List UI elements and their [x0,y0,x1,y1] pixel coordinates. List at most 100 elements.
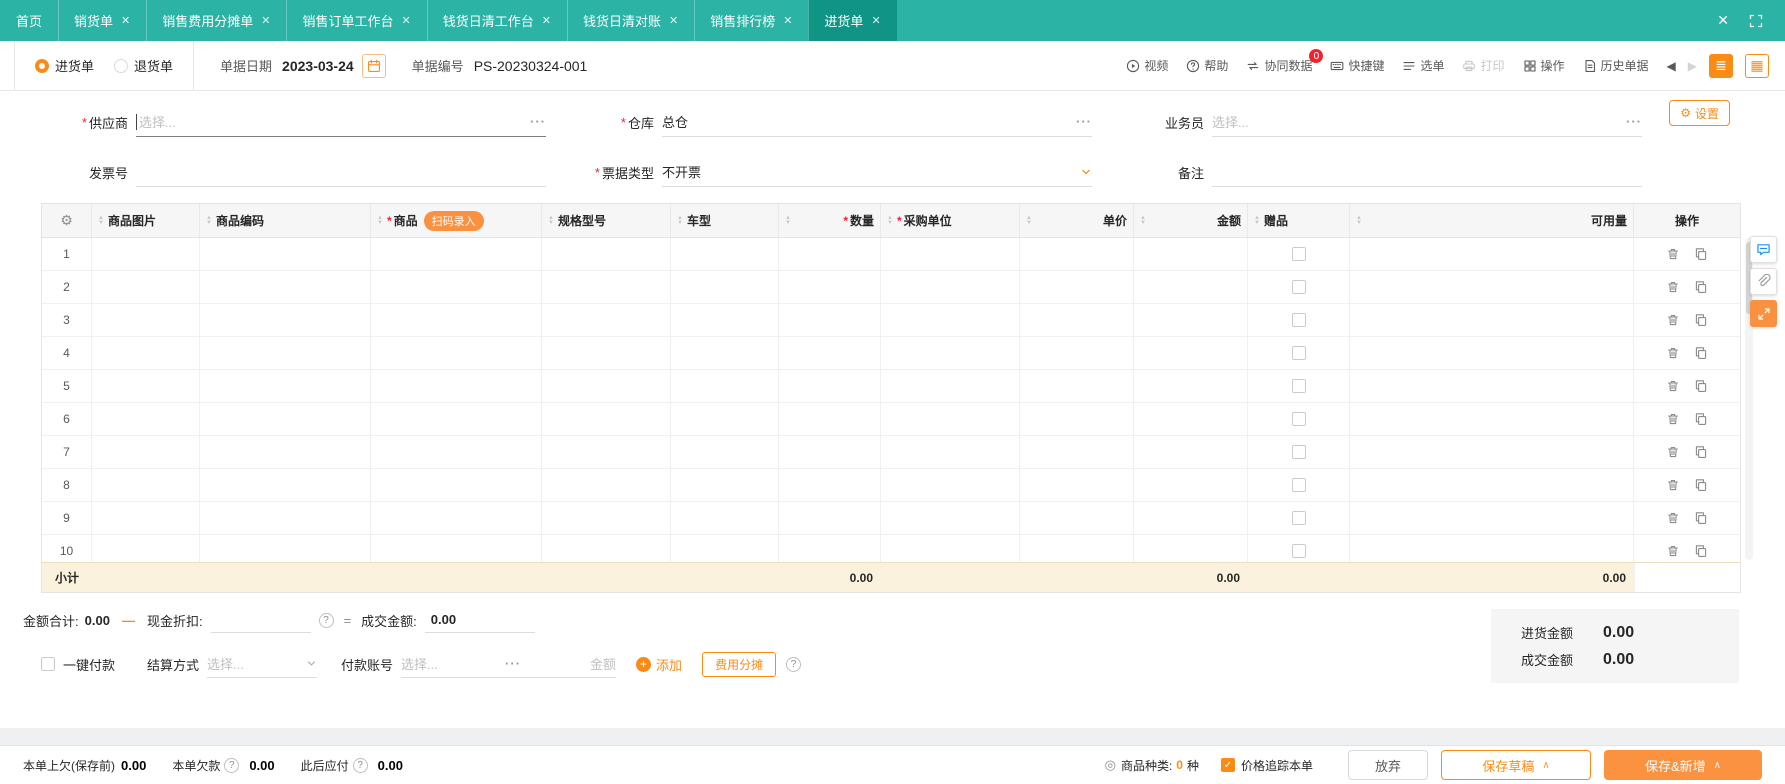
table-cell[interactable] [1350,469,1634,501]
table-cell[interactable] [881,436,1020,468]
copy-row-icon[interactable] [1694,313,1708,327]
table-cell[interactable] [1248,469,1350,501]
copy-row-icon[interactable] [1694,544,1708,558]
account-picker-icon[interactable]: ··· [505,656,521,671]
sort-icon[interactable]: ▲ ▼ [887,215,893,225]
table-cell[interactable] [542,271,671,303]
gift-checkbox[interactable] [1291,346,1306,360]
close-window-icon[interactable]: ✕ [1717,12,1729,29]
gift-checkbox[interactable] [1291,247,1306,261]
table-cell[interactable] [1350,502,1634,534]
table-cell[interactable] [881,502,1020,534]
toolbar-action-question[interactable]: 帮助 [1186,57,1228,74]
table-cell[interactable] [200,502,371,534]
discount-help-icon[interactable]: ? [318,612,334,628]
table-cell[interactable] [1350,535,1634,562]
grid-view-toggle[interactable]: ▦ [1745,53,1769,78]
doc-type-radio[interactable]: 退货单 [114,56,173,75]
settings-button[interactable]: ⚙ 设置 [1669,100,1730,126]
salesman-field[interactable]: 选择... ··· [1212,107,1642,137]
table-cell[interactable] [200,271,371,303]
table-cell[interactable] [779,502,881,534]
tab-close-icon[interactable]: ✕ [261,14,270,27]
table-cell[interactable] [1350,403,1634,435]
table-cell[interactable] [1248,535,1350,562]
table-cell[interactable] [92,403,200,435]
column-header[interactable]: ▲ ▼ 商品图片 [92,204,200,237]
table-cell[interactable] [1248,304,1350,336]
table-cell[interactable] [671,370,779,402]
toolbar-action-sync[interactable]: 协同数据 0 [1246,49,1324,74]
column-header[interactable]: ▲ ▼ 商品编码 [200,204,371,237]
gift-checkbox[interactable] [1291,412,1306,426]
column-header[interactable]: ▲ ▼ 单价 [1020,204,1134,237]
price-track-checkbox[interactable]: ✓ [1220,758,1235,772]
table-cell[interactable] [779,337,881,369]
table-cell[interactable] [1634,271,1740,303]
save-new-button[interactable]: 保存&新增 ∧ [1604,750,1762,780]
tab-close-icon[interactable]: ✕ [121,14,130,27]
table-cell[interactable] [92,337,200,369]
table-cell[interactable] [1020,370,1134,402]
sort-icon[interactable]: ▲ ▼ [677,215,683,225]
column-header[interactable]: ▲ ▼ 赠品 [1248,204,1350,237]
table-cell[interactable] [1134,403,1248,435]
price-track-option[interactable]: ✓ 价格追踪本单 [1220,757,1313,774]
table-cell[interactable] [1634,337,1740,369]
table-cell[interactable] [1020,469,1134,501]
pay-amount-input[interactable]: 金额 [521,650,617,678]
gift-checkbox[interactable] [1291,511,1306,525]
table-cell[interactable] [371,238,542,270]
table-cell[interactable] [1634,403,1740,435]
table-cell[interactable] [1350,271,1634,303]
table-cell[interactable] [92,238,200,270]
table-cell[interactable] [542,469,671,501]
bill-type-select[interactable]: 不开票 [662,157,1092,187]
delete-row-icon[interactable] [1666,511,1680,525]
table-cell[interactable] [542,238,671,270]
toolbar-action-printer[interactable]: 打印 [1462,57,1505,74]
delete-row-icon[interactable] [1666,412,1680,426]
tab-close-icon[interactable]: ✕ [542,14,551,27]
salesman-picker-icon[interactable]: ··· [1626,114,1642,129]
add-payment-button[interactable]: + 添加 [636,655,682,674]
warehouse-field[interactable]: 总仓 ··· [662,107,1092,137]
table-cell[interactable] [371,403,542,435]
nav-left-icon[interactable]: ◀ [1667,59,1676,73]
tab-item[interactable]: 销货单 ✕ [58,0,146,41]
table-cell[interactable] [1248,403,1350,435]
table-cell[interactable] [779,403,881,435]
calendar-icon[interactable] [361,53,386,78]
table-cell[interactable] [1134,271,1248,303]
table-cell[interactable] [1634,502,1740,534]
table-cell[interactable] [200,535,371,562]
tab-close-icon[interactable]: ✕ [402,14,411,27]
table-cell[interactable] [881,535,1020,562]
table-cell[interactable] [881,403,1020,435]
table-cell[interactable] [1634,238,1740,270]
table-cell[interactable] [542,403,671,435]
delete-row-icon[interactable] [1666,544,1680,558]
settle-method-select[interactable]: 选择... [207,650,318,678]
sort-icon[interactable]: ▲ ▼ [548,215,554,225]
delete-row-icon[interactable] [1666,313,1680,327]
sort-icon[interactable]: ▲ ▼ [1356,215,1362,225]
table-cell[interactable] [92,370,200,402]
scan-entry-button[interactable]: 扫码录入 [423,210,484,231]
table-cell[interactable] [1020,535,1134,562]
share-help-icon[interactable]: ? [786,656,802,672]
float-attachment-button[interactable] [1750,268,1777,295]
delete-row-icon[interactable] [1666,478,1680,492]
table-cell[interactable] [92,535,200,562]
tab-item[interactable]: 进货单 ✕ [808,0,897,41]
table-cell[interactable] [881,469,1020,501]
warehouse-picker-icon[interactable]: ··· [1076,114,1092,129]
table-cell[interactable] [200,436,371,468]
table-cell[interactable] [200,238,371,270]
table-cell[interactable] [779,304,881,336]
table-cell[interactable] [1020,304,1134,336]
table-cell[interactable] [1134,370,1248,402]
table-cell[interactable] [1134,502,1248,534]
date-value[interactable]: 2023-03-24 [282,58,354,74]
table-cell[interactable] [1134,337,1248,369]
